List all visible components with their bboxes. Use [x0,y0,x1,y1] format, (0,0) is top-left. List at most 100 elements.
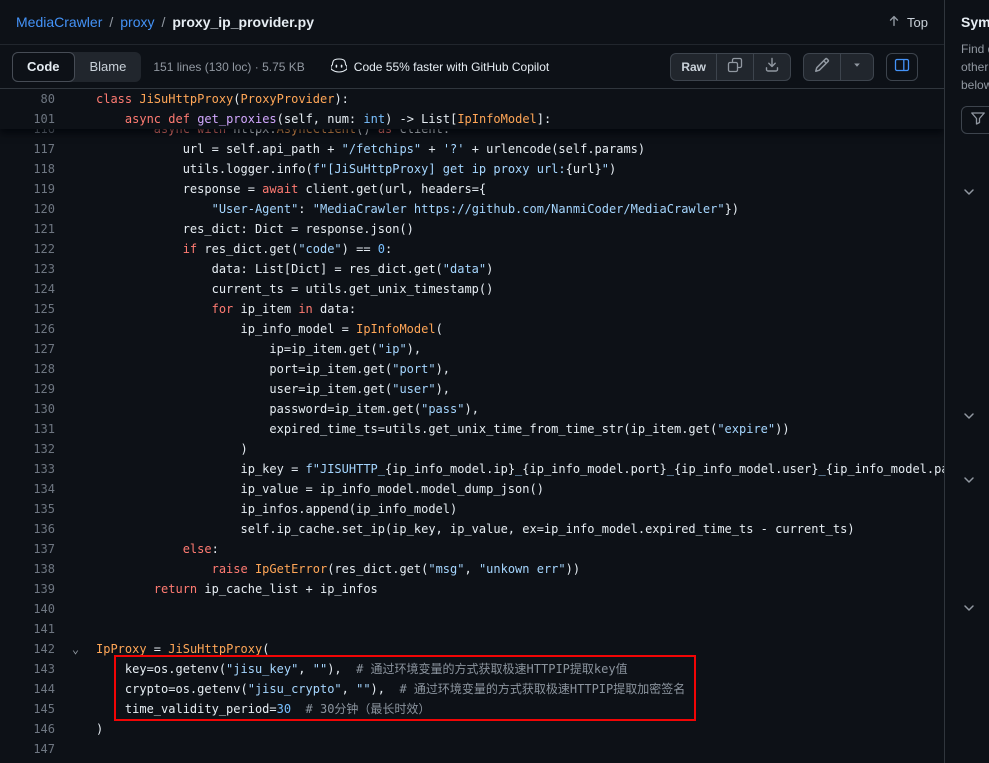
symbols-panel: Symbols Find definitions and references … [944,0,989,763]
raw-copy-download-group: Raw [670,53,791,81]
github-code-view: MediaCrawler / proxy / proxy_ip_provider… [0,0,989,763]
copilot-banner-text: Code 55% faster with GitHub Copilot [354,60,549,74]
code-text: crypto=os.getenv("jisu_crypto", ""), # 通… [96,679,685,699]
line-number[interactable]: 143 [0,659,55,679]
code-text: user=ip_item.get("user"), [96,379,450,399]
fold-gutter [55,89,96,109]
line-number[interactable]: 117 [0,139,55,159]
file-info: 151 lines (130 loc) · 5.75 KB [153,60,304,74]
symbols-filter-input[interactable] [961,106,989,134]
edit-dropdown-button[interactable] [840,53,874,81]
line-number[interactable]: 141 [0,619,55,639]
line-number[interactable]: 137 [0,539,55,559]
breadcrumb-folder-link[interactable]: proxy [120,14,154,30]
line-number[interactable]: 123 [0,259,55,279]
fold-gutter [55,419,96,439]
line-number[interactable]: 125 [0,299,55,319]
copy-button[interactable] [716,53,754,81]
line-number[interactable]: 124 [0,279,55,299]
fold-gutter [55,219,96,239]
code-line: 147 [0,739,944,759]
line-number[interactable]: 127 [0,339,55,359]
line-number[interactable]: 131 [0,419,55,439]
line-number[interactable]: 136 [0,519,55,539]
code-line: 142⌄IpProxy = JiSuHttpProxy( [0,639,944,659]
chevron-down-icon[interactable] [961,184,977,205]
symbols-panel-toggle-button[interactable] [886,53,918,81]
line-number[interactable]: 128 [0,359,55,379]
symbols-panel-description: Find definitions and references for func… [961,40,989,94]
raw-button[interactable]: Raw [670,53,717,81]
line-number[interactable]: 122 [0,239,55,259]
code-text: ip_value = ip_info_model.model_dump_json… [96,479,544,499]
fold-gutter [55,319,96,339]
fold-gutter [55,439,96,459]
scroll-to-top-button[interactable]: Top [887,14,928,31]
code-line: 143 key=os.getenv("jisu_key", ""), # 通过环… [0,659,944,679]
line-number[interactable]: 144 [0,679,55,699]
code-line: 122 if res_dict.get("code") == 0: [0,239,944,259]
line-number[interactable]: 101 [0,109,55,129]
line-number[interactable]: 146 [0,719,55,739]
line-number[interactable]: 142 [0,639,55,659]
code-line: 144 crypto=os.getenv("jisu_crypto", ""),… [0,679,944,699]
chevron-down-icon[interactable] [961,600,977,621]
filter-funnel-icon [970,110,986,131]
line-number[interactable]: 121 [0,219,55,239]
fold-gutter [55,659,96,679]
fold-gutter [55,579,96,599]
line-number[interactable]: 80 [0,89,55,109]
code-text: port=ip_item.get("port"), [96,359,450,379]
fold-gutter [55,399,96,419]
fold-gutter [55,259,96,279]
fold-gutter [55,559,96,579]
copilot-banner[interactable]: Code 55% faster with GitHub Copilot [331,57,549,76]
fold-gutter [55,679,96,699]
breadcrumb-separator: / [109,14,113,30]
sticky-context-lines: 80 class JiSuHttpProxy(ProxyProvider): 101… [0,89,944,129]
code-text: if res_dict.get("code") == 0: [96,239,392,259]
code-line: 126 ip_info_model = IpInfoModel( [0,319,944,339]
line-number[interactable]: 129 [0,379,55,399]
code-text: class JiSuHttpProxy(ProxyProvider): [96,89,349,109]
line-number[interactable]: 147 [0,739,55,759]
tab-blame[interactable]: Blame [75,52,142,82]
fold-gutter [55,109,96,129]
line-number[interactable]: 132 [0,439,55,459]
copilot-icon [331,57,347,76]
code-text: time_validity_period=30 # 30分钟（最长时效） [96,699,430,719]
edit-button[interactable] [803,53,841,81]
line-number[interactable]: 130 [0,399,55,419]
line-number[interactable]: 120 [0,199,55,219]
line-number[interactable]: 126 [0,319,55,339]
chevron-down-icon [851,59,863,74]
download-icon [764,57,780,76]
fold-gutter [55,699,96,719]
download-button[interactable] [753,53,791,81]
fold-gutter [55,499,96,519]
code-text: key=os.getenv("jisu_key", ""), # 通过环境变量的… [96,659,628,679]
chevron-down-icon[interactable] [961,408,977,429]
code-text: res_dict: Dict = response.json() [96,219,414,239]
line-number[interactable]: 118 [0,159,55,179]
scroll-to-top-label: Top [907,15,928,30]
fold-gutter [55,179,96,199]
breadcrumb-repo-link[interactable]: MediaCrawler [16,14,102,30]
fold-gutter [55,519,96,539]
line-number[interactable]: 140 [0,599,55,619]
fold-chevron-icon[interactable]: ⌄ [55,639,96,659]
tab-code[interactable]: Code [12,52,75,82]
code-line: 123 data: List[Dict] = res_dict.get("dat… [0,259,944,279]
line-number[interactable]: 145 [0,699,55,719]
line-number[interactable]: 119 [0,179,55,199]
code-line: 117 url = self.api_path + "/fetchips" + … [0,139,944,159]
line-number[interactable]: 138 [0,559,55,579]
line-number[interactable]: 135 [0,499,55,519]
code-text: IpProxy = JiSuHttpProxy( [96,639,269,659]
code-text: ip=ip_item.get("ip"), [96,339,421,359]
copy-icon [727,57,743,76]
chevron-down-icon[interactable] [961,472,977,493]
line-number[interactable]: 133 [0,459,55,479]
line-number[interactable]: 134 [0,479,55,499]
line-number[interactable]: 139 [0,579,55,599]
